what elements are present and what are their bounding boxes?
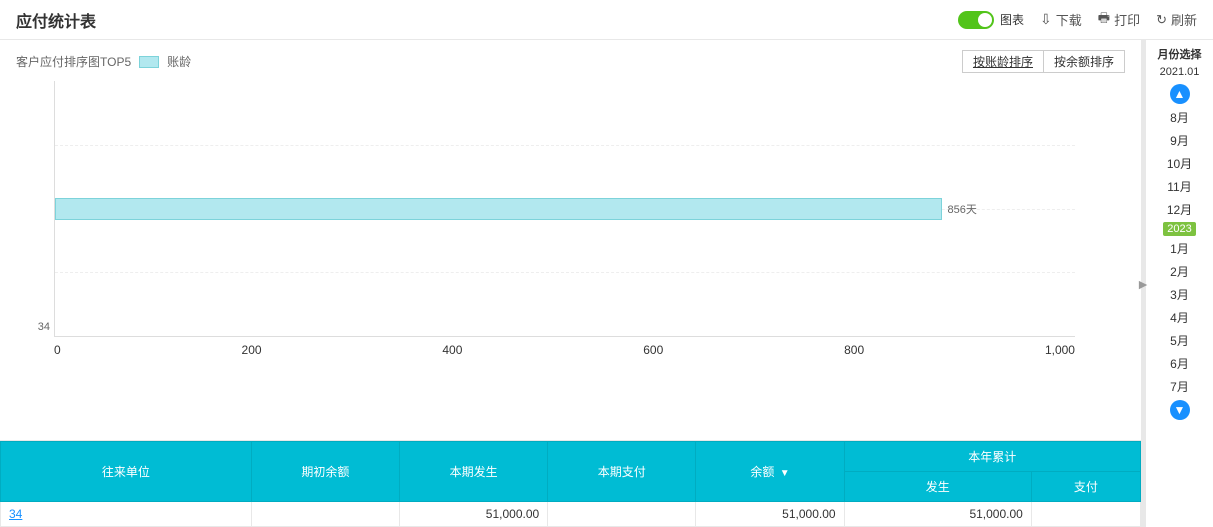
month-item-4[interactable]: 4月 [1146, 306, 1213, 329]
month-item-11[interactable]: 11月 [1146, 175, 1213, 198]
cell-current-pay [548, 502, 696, 527]
month-item-3[interactable]: 3月 [1146, 283, 1213, 306]
x-tick: 200 [242, 343, 262, 357]
col-header-qc: 期初余额 [251, 442, 399, 502]
filter-icon[interactable]: ▼ [780, 468, 790, 479]
cell-qc-balance [251, 502, 399, 527]
month-panel-year: 2021.01 [1160, 66, 1200, 78]
print-label: 打印 [1114, 10, 1140, 29]
chart-bar [55, 198, 942, 220]
chart-top-label: 客户应付排序图TOP5 [16, 53, 131, 70]
month-item-2[interactable]: 2月 [1146, 260, 1213, 283]
chart-grid: 856天 [54, 81, 1075, 337]
sort-buttons: 按账龄排序 按余额排序 [962, 50, 1125, 73]
table-header-row-1: 往来单位 期初余额 本期发生 本期支付 余额 ▼ 本年累计 [1, 442, 1141, 472]
col-header-unit: 往来单位 [1, 442, 252, 502]
page-title: 应付统计表 [16, 8, 96, 32]
legend-box [139, 56, 159, 68]
col-header-current-pay: 本期支付 [548, 442, 696, 502]
cell-year-pay [1031, 502, 1140, 527]
month-item-7[interactable]: 7月 [1146, 375, 1213, 398]
chart-toggle-label: 图表 [1000, 11, 1024, 28]
x-axis: 0 200 400 600 800 1,000 [54, 339, 1075, 361]
month-panel: 月份选择 2021.01 ▲ 8月 9月 10月 11月 12月 2023 1月… [1145, 40, 1213, 527]
chart-header: 客户应付排序图TOP5 账龄 按账龄排序 按余额排序 [16, 50, 1125, 73]
table-row: 34 51,000.00 51,000.00 51,000.00 [1, 502, 1141, 527]
print-icon: 🖶 [1098, 9, 1110, 31]
year-badge[interactable]: 2023 [1163, 222, 1195, 236]
cell-year-occur: 51,000.00 [844, 502, 1031, 527]
month-item-1[interactable]: 1月 [1146, 237, 1213, 260]
divider-arrow-icon: ► [1136, 276, 1150, 292]
y-label: 34 [38, 321, 50, 333]
month-item-12[interactable]: 12月 [1146, 198, 1213, 221]
month-item-8[interactable]: 8月 [1146, 106, 1213, 129]
grid-line [55, 145, 1075, 146]
chart-body: 34 856天 [16, 81, 1125, 361]
col-header-year-occur: 发生 [844, 472, 1031, 502]
month-item-6[interactable]: 6月 [1146, 352, 1213, 375]
cell-balance: 51,000.00 [696, 502, 844, 527]
x-tick: 400 [442, 343, 462, 357]
print-button[interactable]: 🖶 打印 [1098, 9, 1140, 31]
chart-plot: 856天 0 200 400 600 800 1,000 [54, 81, 1125, 361]
table-section: 往来单位 期初余额 本期发生 本期支付 余额 ▼ 本年累计 发生 [0, 440, 1141, 527]
month-up-button[interactable]: ▲ [1170, 84, 1190, 104]
cell-current-occur: 51,000.00 [400, 502, 548, 527]
download-button[interactable]: ⇩ 下载 [1040, 10, 1082, 29]
data-table: 往来单位 期初余额 本期发生 本期支付 余额 ▼ 本年累计 发生 [0, 441, 1141, 527]
header-actions: 图表 ⇩ 下载 🖶 打印 ↻ 刷新 [958, 9, 1197, 31]
bar-value-label: 856天 [948, 201, 977, 217]
grid-line [55, 272, 1075, 273]
refresh-button[interactable]: ↻ 刷新 [1156, 10, 1197, 29]
sort-by-age-button[interactable]: 按账龄排序 [962, 50, 1043, 73]
download-label: 下载 [1056, 10, 1082, 29]
cell-unit: 34 [1, 502, 252, 527]
x-tick: 0 [54, 343, 61, 357]
toggle-switch[interactable] [958, 11, 994, 29]
download-icon: ⇩ [1040, 11, 1052, 28]
col-header-year-pay: 支付 [1031, 472, 1140, 502]
refresh-icon: ↻ [1156, 12, 1167, 28]
month-item-5[interactable]: 5月 [1146, 329, 1213, 352]
y-axis: 34 [16, 81, 54, 361]
x-tick: 1,000 [1045, 343, 1075, 357]
month-down-button[interactable]: ▼ [1170, 400, 1190, 420]
col-header-year-total: 本年累计 [844, 442, 1140, 472]
month-item-10[interactable]: 10月 [1146, 152, 1213, 175]
unit-link[interactable]: 34 [9, 507, 22, 521]
chart-section: 客户应付排序图TOP5 账龄 按账龄排序 按余额排序 34 [0, 40, 1141, 440]
col-header-balance: 余额 ▼ [696, 442, 844, 502]
month-item-9[interactable]: 9月 [1146, 129, 1213, 152]
chart-toggle[interactable]: 图表 [958, 11, 1024, 29]
month-panel-title: 月份选择 [1158, 46, 1202, 62]
panel-divider[interactable]: ► [1141, 40, 1145, 527]
legend-label: 账龄 [167, 53, 191, 70]
x-tick: 800 [844, 343, 864, 357]
col-header-current-occur: 本期发生 [400, 442, 548, 502]
sort-by-balance-button[interactable]: 按余额排序 [1043, 50, 1125, 73]
chart-legend: 客户应付排序图TOP5 账龄 [16, 53, 191, 70]
x-tick: 600 [643, 343, 663, 357]
refresh-label: 刷新 [1171, 10, 1197, 29]
